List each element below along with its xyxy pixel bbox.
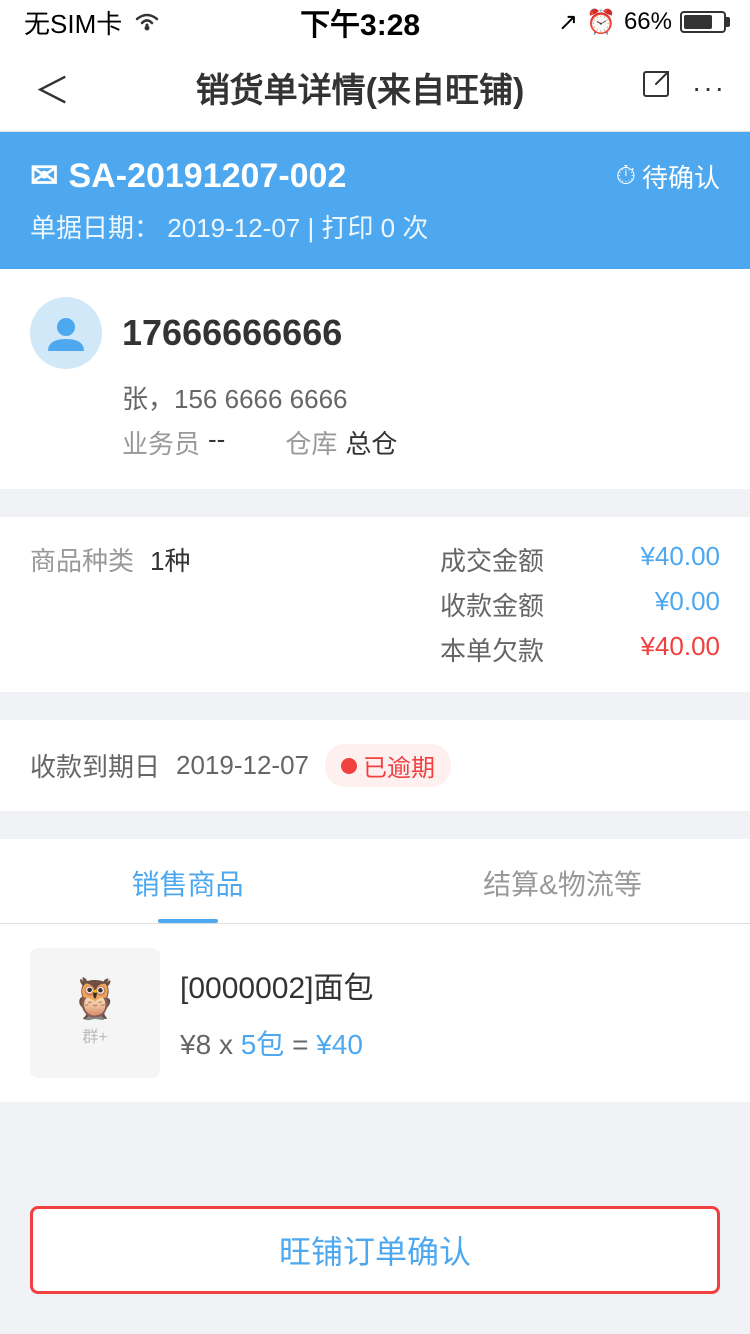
order-header-card: ✉ SA-20191207-002 ⏱ 待确认 单据日期： 2019-12-07… — [0, 132, 750, 269]
status-left: 无SIM卡 — [24, 4, 162, 41]
due-date-label: 收款到期日 — [30, 747, 160, 784]
back-button[interactable]: ＜ — [24, 52, 80, 124]
multiply-sign: x — [219, 1029, 233, 1060]
wifi-icon — [132, 7, 162, 38]
share-icon[interactable] — [640, 68, 672, 108]
status-right: ↗ ⏰ 66% — [558, 8, 726, 37]
summary-right: 成交金额 ¥40.00 收款金额 ¥0.00 本单欠款 ¥40.00 — [440, 541, 720, 668]
page-title: 销货单详情(来自旺铺) — [80, 63, 640, 112]
product-price: ¥8 — [180, 1029, 211, 1060]
product-info: [0000002]面包 ¥8 x 5包 = ¥40 — [180, 963, 720, 1063]
divider-2 — [0, 706, 750, 720]
confirm-button-wrap: 旺铺订单确认 — [0, 1186, 750, 1334]
product-thumbnail: 🦉 群+ — [30, 948, 160, 1078]
overdue-dot-icon — [341, 758, 357, 774]
due-date-value: 2019-12-07 — [176, 750, 309, 781]
confirm-order-button[interactable]: 旺铺订单确认 — [30, 1206, 720, 1294]
product-name: [0000002]面包 — [180, 963, 720, 1007]
product-thumb-inner: 🦉 群+ — [70, 979, 120, 1047]
products-section: 🦉 群+ [0000002]面包 ¥8 x 5包 = ¥40 — [0, 924, 750, 1102]
battery-percent: 66% — [624, 8, 672, 36]
status-clock-icon: ⏱ — [616, 160, 636, 192]
status-time: 下午3:28 — [300, 0, 420, 44]
customer-name: 张，156 6666 6666 — [122, 379, 720, 416]
more-icon[interactable]: ··· — [692, 72, 726, 104]
avatar — [30, 297, 102, 369]
transaction-row: 成交金额 ¥40.00 — [440, 541, 720, 578]
product-price-row: ¥8 x 5包 = ¥40 — [180, 1023, 720, 1063]
warehouse-meta: 仓库 总仓 — [285, 424, 397, 461]
location-icon: ↗ — [558, 8, 578, 37]
nav-actions: ··· — [640, 68, 726, 108]
salesperson-meta: 业务员 -- — [122, 424, 225, 461]
order-id: ✉ SA-20191207-002 — [30, 156, 346, 196]
divider-1 — [0, 503, 750, 517]
due-section: 收款到期日 2019-12-07 已逾期 — [0, 720, 750, 811]
battery-icon — [680, 11, 726, 33]
nav-bar: ＜ 销货单详情(来自旺铺) ··· — [0, 44, 750, 132]
tab-sales-goods[interactable]: 销售商品 — [0, 839, 375, 923]
customer-meta: 业务员 -- 仓库 总仓 — [122, 424, 720, 461]
summary-section: 商品种类 1种 成交金额 ¥40.00 收款金额 ¥0.00 本单欠款 ¥40.… — [0, 517, 750, 692]
product-item: 🦉 群+ [0000002]面包 ¥8 x 5包 = ¥40 — [0, 924, 750, 1102]
customer-row: 17666666666 — [30, 297, 720, 369]
status-bar: 无SIM卡 下午3:28 ↗ ⏰ 66% — [0, 0, 750, 44]
overdue-badge: 已逾期 — [325, 744, 451, 787]
overdue-text: 已逾期 — [363, 748, 435, 783]
customer-phone: 17666666666 — [122, 312, 342, 354]
order-icon: ✉ — [30, 156, 59, 196]
tabs-section: 销售商品 结算&物流等 — [0, 839, 750, 924]
product-logo-text: 群+ — [70, 1023, 120, 1047]
receipt-row: 收款金额 ¥0.00 — [440, 586, 720, 623]
product-total: ¥40 — [316, 1029, 363, 1060]
order-id-row: ✉ SA-20191207-002 ⏱ 待确认 — [30, 156, 720, 196]
summary-left: 商品种类 1种 — [30, 541, 190, 578]
carrier-label: 无SIM卡 — [24, 4, 122, 41]
summary-row: 商品种类 1种 成交金额 ¥40.00 收款金额 ¥0.00 本单欠款 ¥40.… — [30, 541, 720, 668]
product-quantity: 5包 — [241, 1029, 285, 1060]
order-date-row: 单据日期： 2019-12-07 | 打印 0 次 — [30, 208, 720, 245]
debt-row: 本单欠款 ¥40.00 — [440, 631, 720, 668]
order-status: ⏱ 待确认 — [616, 158, 720, 195]
customer-card: 17666666666 张，156 6666 6666 业务员 -- 仓库 总仓 — [0, 269, 750, 489]
alarm-icon: ⏰ — [586, 8, 616, 37]
tab-settle-logistics[interactable]: 结算&物流等 — [375, 839, 750, 923]
product-logo-icon: 🦉 — [70, 979, 120, 1019]
equals-sign: = — [292, 1029, 316, 1060]
divider-3 — [0, 825, 750, 839]
